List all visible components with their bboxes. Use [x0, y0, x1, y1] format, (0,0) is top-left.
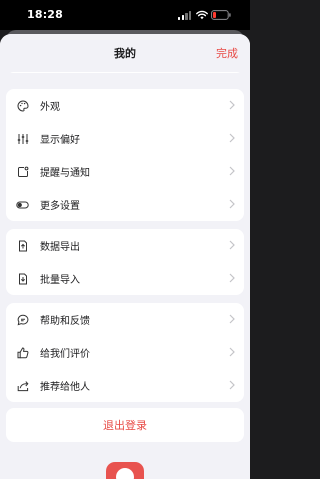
- settings-group-support: 帮助和反馈 给我们评价 推荐给他人: [6, 303, 244, 402]
- chevron-right-icon: [229, 314, 235, 324]
- row-label: 推荐给他人: [40, 382, 90, 393]
- palette-icon: [16, 99, 29, 112]
- row-label: 更多设置: [40, 201, 80, 212]
- row-more-settings[interactable]: 更多设置: [6, 188, 244, 221]
- chevron-right-icon: [229, 347, 235, 357]
- status-time: 18:28: [27, 8, 64, 21]
- chevron-right-icon: [229, 380, 235, 390]
- wifi-icon: [196, 10, 208, 20]
- row-label: 给我们评价: [40, 349, 90, 360]
- share-icon: [16, 379, 29, 392]
- page-title: 我的: [114, 47, 136, 60]
- chevron-right-icon: [229, 199, 235, 209]
- cellular-signal-icon: [178, 11, 192, 20]
- row-reminders-notifications[interactable]: 提醒与通知: [6, 155, 244, 188]
- chevron-right-icon: [229, 100, 235, 110]
- row-data-export[interactable]: 数据导出: [6, 229, 244, 262]
- row-label: 帮助和反馈: [40, 316, 90, 327]
- row-label: 批量导入: [40, 275, 80, 286]
- row-label: 外观: [40, 102, 60, 113]
- logout-button[interactable]: 退出登录: [6, 408, 244, 442]
- notification-icon: [16, 165, 29, 178]
- sliders-icon: [16, 132, 29, 145]
- row-rate-us[interactable]: 给我们评价: [6, 336, 244, 369]
- chevron-right-icon: [229, 166, 235, 176]
- thumbs-up-icon: [16, 346, 29, 359]
- settings-sheet: 我的 完成 · · · 外观 显示偏好 提醒与通知: [0, 34, 250, 479]
- row-label: 显示偏好: [40, 135, 80, 146]
- export-icon: [16, 239, 29, 252]
- nav-bar: 我的 完成: [0, 34, 250, 72]
- app-logo-icon: [106, 462, 144, 479]
- row-appearance[interactable]: 外观: [6, 89, 244, 122]
- toggle-icon: [16, 198, 29, 211]
- chevron-right-icon: [229, 133, 235, 143]
- chevron-right-icon: [229, 240, 235, 250]
- row-recommend[interactable]: 推荐给他人: [6, 369, 244, 402]
- settings-group-display: 外观 显示偏好 提醒与通知 更多设置: [6, 89, 244, 221]
- settings-group-data: 数据导出 批量导入: [6, 229, 244, 295]
- battery-low-icon: [211, 10, 231, 20]
- chevron-right-icon: [229, 273, 235, 283]
- row-label: 数据导出: [40, 242, 80, 253]
- chat-bubble-icon: [16, 313, 29, 326]
- row-display-preferences[interactable]: 显示偏好: [6, 122, 244, 155]
- done-button[interactable]: 完成: [216, 45, 238, 61]
- row-batch-import[interactable]: 批量导入: [6, 262, 244, 295]
- row-help-feedback[interactable]: 帮助和反馈: [6, 303, 244, 336]
- import-icon: [16, 272, 29, 285]
- status-bar: 18:28: [0, 0, 250, 30]
- row-label: 提醒与通知: [40, 168, 90, 179]
